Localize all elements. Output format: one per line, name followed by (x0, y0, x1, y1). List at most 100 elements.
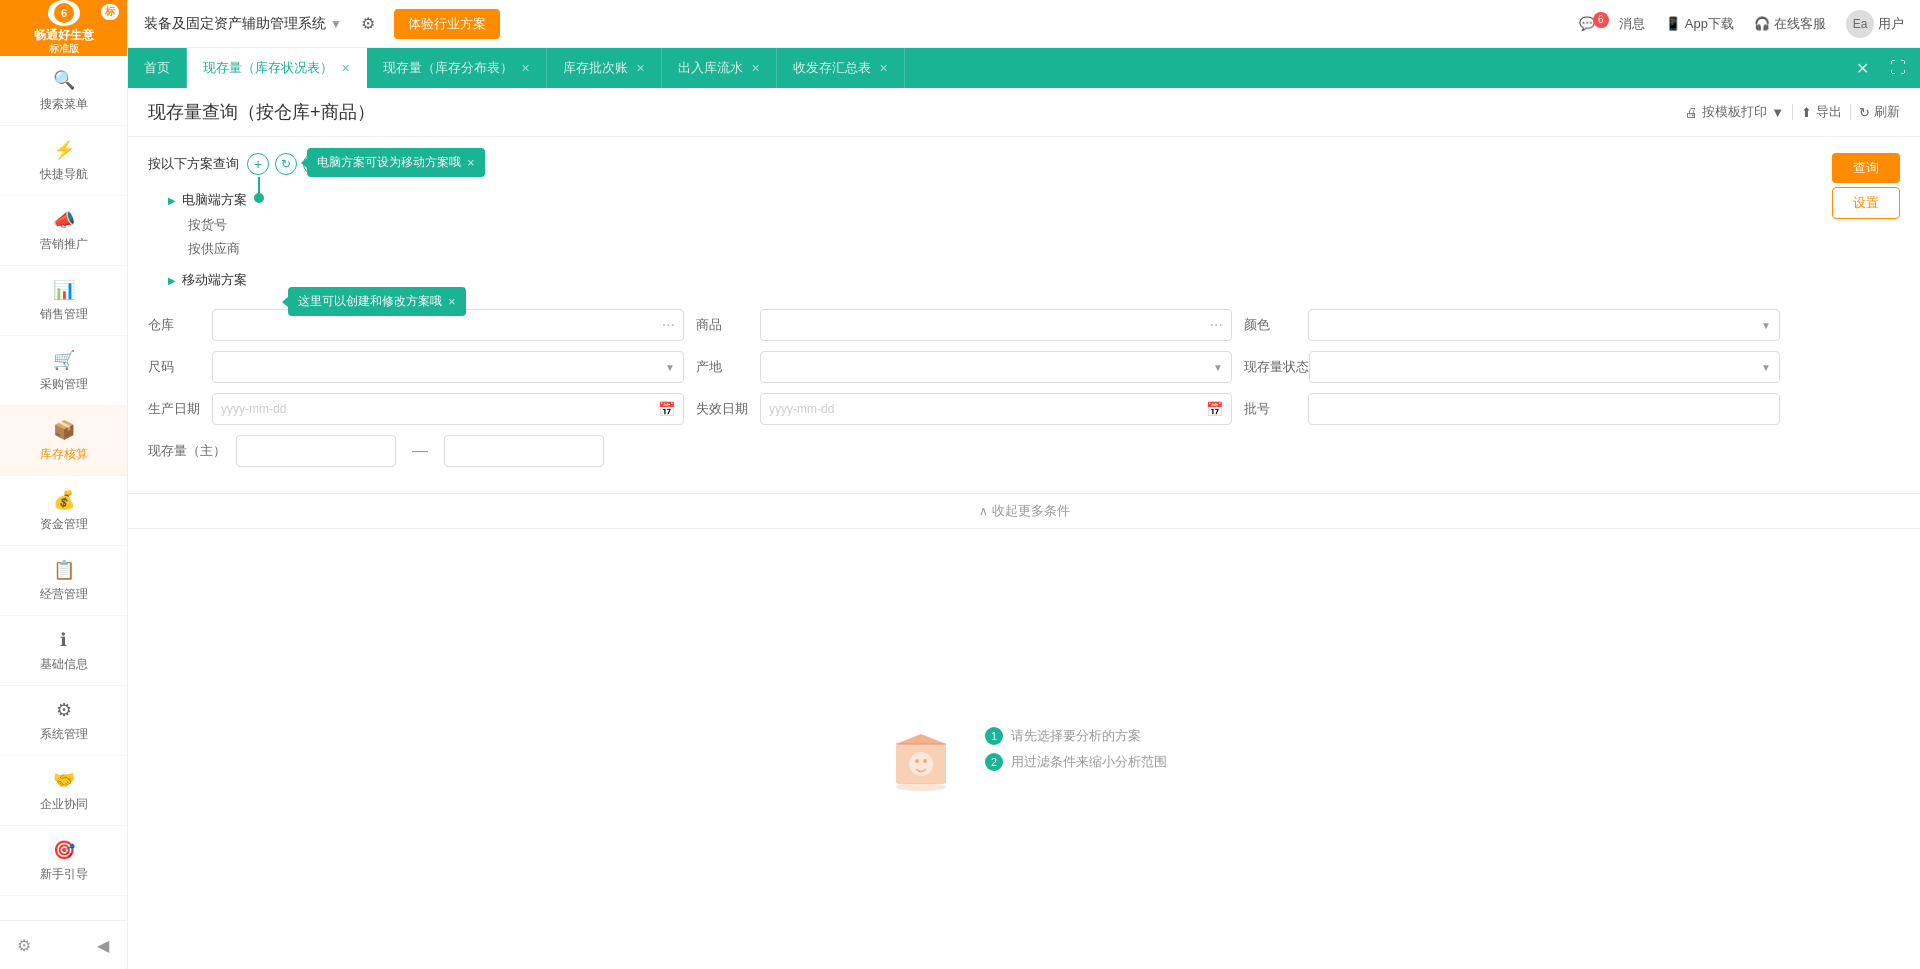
tooltip-create-close-button[interactable]: × (448, 294, 456, 309)
inv-status-select[interactable]: ▼ (1309, 351, 1780, 383)
filter-top-row: 按以下方案查询 + ↻ ← 电脑方案可设为移动方案哦 × (148, 153, 1900, 175)
sidebar-item-finance[interactable]: 💰 资金管理 (0, 476, 127, 546)
scheme-item-by-code[interactable]: 按货号 (188, 213, 247, 237)
sidebar-item-search[interactable]: 🔍 搜索菜单 (0, 56, 127, 126)
expiry-date-calendar-icon[interactable]: 📅 (1206, 401, 1223, 417)
collapse-sidebar-icon[interactable]: ◀ (91, 933, 115, 957)
tab-home[interactable]: 首页 (128, 48, 187, 88)
filter-item-expiry-date: 失效日期 yyyy-mm-dd 📅 (696, 393, 1232, 425)
tab-close-all-button[interactable]: ✕ (1848, 54, 1876, 82)
tab-inventory-dist[interactable]: 现存量（库存分布表） ✕ (367, 48, 547, 88)
system-icon: ⚙ (52, 698, 76, 722)
divider (1792, 104, 1793, 120)
mobile-group-toggle: ▶ (168, 275, 176, 286)
search-button[interactable]: 查询 (1832, 153, 1900, 183)
pc-group-label: 电脑端方案 (182, 191, 247, 209)
filter-item-batch: 批号 (1244, 393, 1780, 425)
sidebar-item-inventory[interactable]: 📦 库存核算 (0, 406, 127, 476)
tab-batch-ledger[interactable]: 库存批次账 ✕ (547, 48, 662, 88)
sidebar-item-purchase[interactable]: 🛒 采购管理 (0, 336, 127, 406)
industry-plan-button[interactable]: 体验行业方案 (394, 9, 500, 39)
sidebar-item-management[interactable]: 📋 经营管理 (0, 546, 127, 616)
user-label: 用户 (1878, 15, 1904, 33)
app-download-item[interactable]: 📱 App下载 (1665, 15, 1734, 33)
batch-label: 批号 (1244, 400, 1300, 418)
sidebar-item-sales[interactable]: 📊 销售管理 (0, 266, 127, 336)
color-select[interactable]: ▼ (1308, 309, 1780, 341)
prod-date-calendar-icon[interactable]: 📅 (658, 401, 675, 417)
tab-close-summary[interactable]: ✕ (879, 62, 888, 75)
svg-point-5 (915, 759, 919, 763)
refresh-button[interactable]: ↻ 刷新 (1859, 103, 1900, 121)
template-arrow-icon: ▼ (1771, 105, 1784, 120)
topbar-gear-icon[interactable]: ⚙ (354, 10, 382, 38)
sidebar: 6 畅通好生意 标准版 标 🔍 搜索菜单 ⚡ 快捷导航 📣 营销推广 📊 销售管… (0, 0, 128, 969)
template-print-button[interactable]: 🖨 按模板打印 ▼ (1685, 103, 1784, 121)
scheme-item-by-supplier[interactable]: 按供应商 (188, 237, 247, 261)
sidebar-item-marketing[interactable]: 📣 营销推广 (0, 196, 127, 266)
filter-row-4: 现存量（主） — (148, 435, 1900, 467)
filter-refresh-scheme-button[interactable]: ↻ (275, 153, 297, 175)
batch-input[interactable] (1308, 393, 1780, 425)
tooltip-pc-close-button[interactable]: × (467, 155, 475, 170)
tab-flow-label: 出入库流水 (678, 59, 743, 77)
tab-inventory-dist-label: 现存量（库存分布表） (383, 59, 513, 77)
sidebar-item-label: 销售管理 (40, 306, 88, 323)
enterprise-icon: 🤝 (52, 768, 76, 792)
filter-panel: 按以下方案查询 + ↻ ← 电脑方案可设为移动方案哦 × (128, 137, 1920, 494)
tab-close-batch-ledger[interactable]: ✕ (636, 62, 645, 75)
collapse-bar[interactable]: ∧ 收起更多条件 (128, 494, 1920, 529)
notification-item[interactable]: 💬 6 消息 (1579, 15, 1645, 33)
settings-bottom-icon[interactable]: ⚙ (12, 933, 36, 957)
range-dash: — (404, 442, 436, 460)
online-support-item[interactable]: 🎧 在线客服 (1754, 15, 1826, 33)
svg-marker-3 (896, 734, 946, 744)
export-label: 导出 (1816, 103, 1842, 121)
tab-close-flow[interactable]: ✕ (751, 62, 760, 75)
color-label: 颜色 (1244, 316, 1300, 334)
user-item[interactable]: Ea 用户 (1846, 10, 1904, 38)
tab-close-inventory-dist[interactable]: ✕ (521, 62, 530, 75)
sidebar-item-system[interactable]: ⚙ 系统管理 (0, 686, 127, 756)
tab-flow[interactable]: 出入库流水 ✕ (662, 48, 777, 88)
logo-sub-text: 标准版 (49, 42, 79, 56)
system-name-text: 装备及固定资产辅助管理系统 (144, 15, 326, 33)
pc-group-toggle: ▶ (168, 195, 176, 206)
logo-main-text: 畅通好生意 (34, 28, 94, 42)
sidebar-item-enterprise[interactable]: 🤝 企业协同 (0, 756, 127, 826)
setting-button[interactable]: 设置 (1832, 187, 1900, 219)
tab-inventory-status[interactable]: 现存量（库存状况表） ✕ (187, 48, 367, 88)
sidebar-item-quick[interactable]: ⚡ 快捷导航 (0, 126, 127, 196)
guide-icon: 🎯 (52, 838, 76, 862)
filter-label: 按以下方案查询 (148, 155, 239, 173)
sidebar-item-label: 采购管理 (40, 376, 88, 393)
expiry-date-input[interactable]: yyyy-mm-dd 📅 (760, 393, 1232, 425)
warehouse-label: 仓库 (148, 316, 204, 334)
warehouse-dots[interactable]: ··· (662, 316, 675, 334)
sidebar-item-label: 快捷导航 (40, 166, 88, 183)
filter-add-scheme-button[interactable]: + (247, 153, 269, 175)
empty-state: 1 请先选择要分析的方案 2 用过滤条件来缩小分析范围 (128, 529, 1920, 969)
inv-qty-from-input[interactable] (236, 435, 396, 467)
tab-summary[interactable]: 收发存汇总表 ✕ (777, 48, 905, 88)
origin-select[interactable]: ▼ (760, 351, 1232, 383)
prod-date-input[interactable]: yyyy-mm-dd 📅 (212, 393, 684, 425)
system-dropdown-icon[interactable]: ▼ (330, 17, 342, 31)
sidebar-item-basic[interactable]: ℹ 基础信息 (0, 616, 127, 686)
sidebar-nav: 🔍 搜索菜单 ⚡ 快捷导航 📣 营销推广 📊 销售管理 🛒 采购管理 📦 库存核… (0, 56, 127, 920)
scheme-group-mobile-header[interactable]: ▶ 移动端方案 (168, 267, 247, 293)
scheme-group-pc-header[interactable]: ▶ 电脑端方案 (168, 187, 247, 213)
tab-fullscreen-button[interactable]: ⛶ (1884, 54, 1912, 82)
inv-qty-to-input[interactable] (444, 435, 604, 467)
sidebar-item-guide[interactable]: 🎯 新手引导 (0, 826, 127, 896)
notification-label: 消息 (1619, 15, 1645, 33)
page-header-actions: 🖨 按模板打印 ▼ ⬆ 导出 ↻ 刷新 (1685, 103, 1900, 121)
size-select[interactable]: ▼ (212, 351, 684, 383)
product-dots[interactable]: ··· (1210, 316, 1223, 334)
tab-close-inventory-status[interactable]: ✕ (341, 62, 350, 75)
empty-step-2: 2 用过滤条件来缩小分析范围 (985, 753, 1167, 771)
svg-point-4 (909, 752, 933, 776)
export-button[interactable]: ⬆ 导出 (1801, 103, 1842, 121)
topbar-right: 💬 6 消息 📱 App下载 🎧 在线客服 Ea 用户 (1579, 10, 1904, 38)
product-select[interactable]: ··· (760, 309, 1232, 341)
